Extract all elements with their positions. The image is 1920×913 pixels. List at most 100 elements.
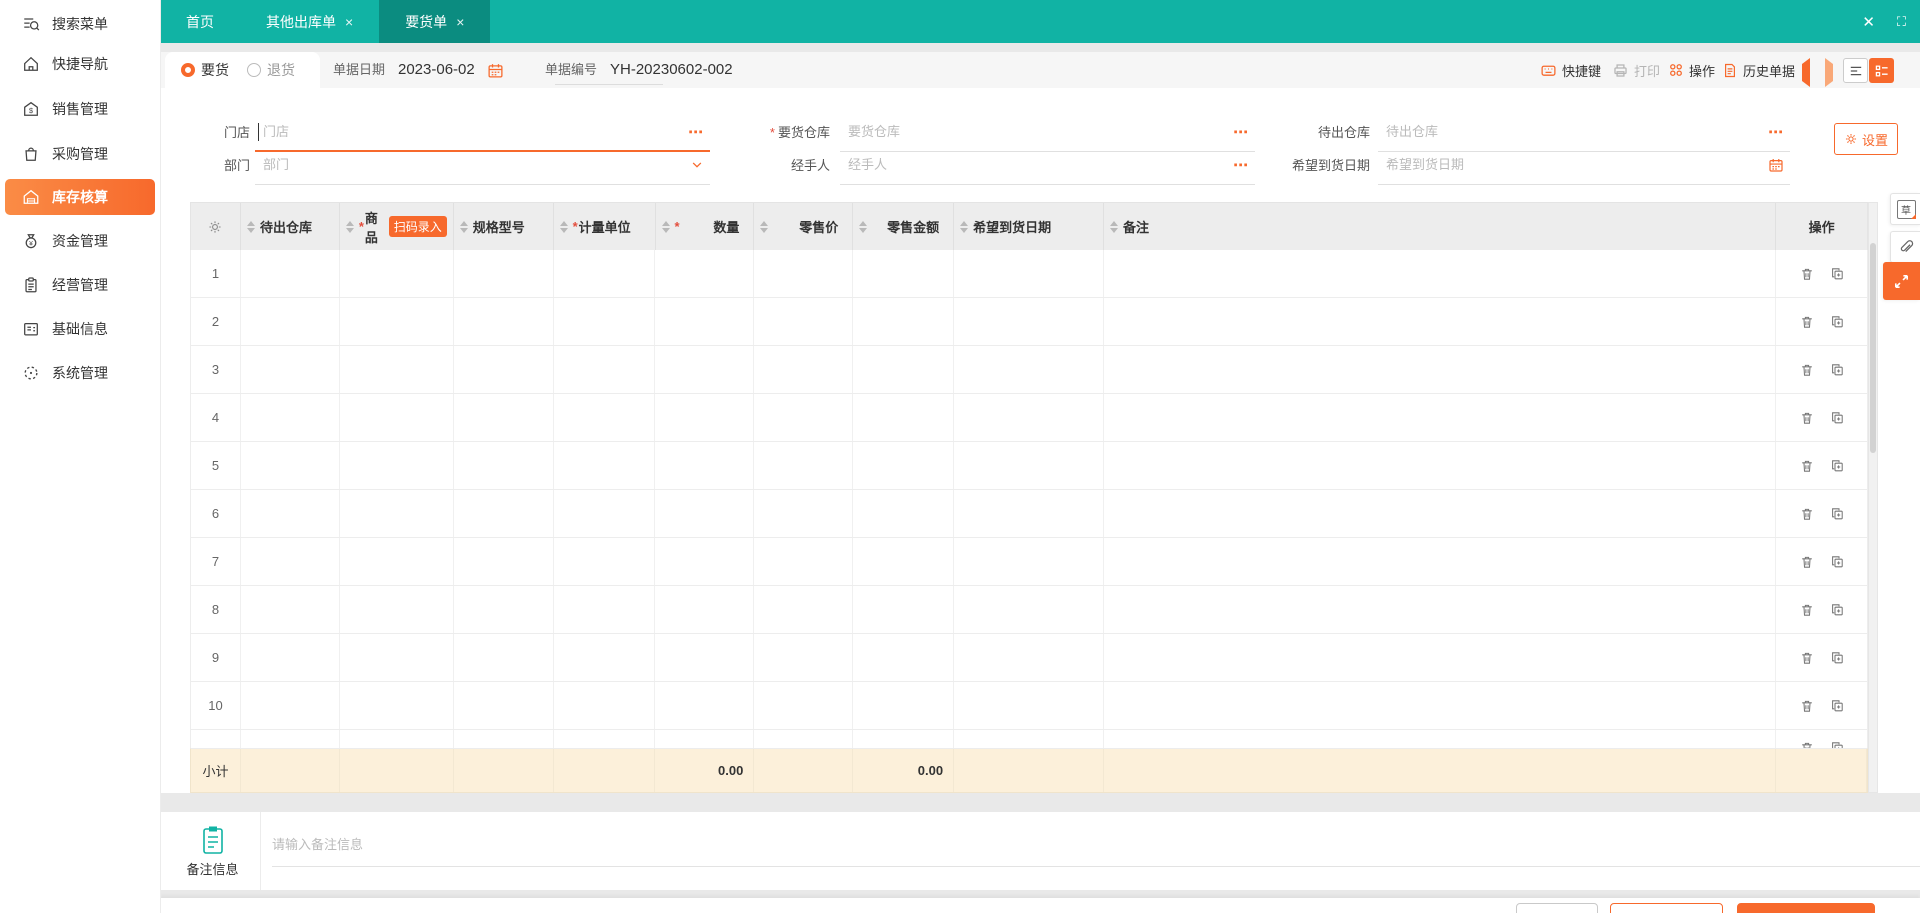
table-cell[interactable]	[554, 490, 656, 537]
bottom-outline-button[interactable]	[1610, 903, 1723, 913]
delete-row-icon[interactable]	[1799, 506, 1815, 522]
delete-row-icon[interactable]	[1799, 266, 1815, 282]
department-select[interactable]: 部门	[255, 147, 710, 185]
table-cell[interactable]	[655, 250, 755, 297]
table-cell[interactable]	[454, 298, 554, 345]
out-warehouse-ellipsis-icon[interactable]: ⋯	[1768, 114, 1784, 150]
row-actions-cell[interactable]	[1776, 586, 1867, 633]
bottom-primary-button[interactable]	[1737, 903, 1875, 913]
history-orders-button[interactable]: 历史单据	[1722, 52, 1795, 88]
delete-row-icon[interactable]	[1799, 410, 1815, 426]
table-scrollbar[interactable]	[1868, 202, 1878, 793]
draft-button[interactable]: 草	[1890, 193, 1920, 225]
column-header-数量[interactable]: * 数量	[656, 203, 755, 250]
row-actions-cell[interactable]	[1776, 298, 1867, 345]
operate-button[interactable]: 操作	[1668, 52, 1715, 88]
table-cell[interactable]	[754, 298, 854, 345]
table-cell[interactable]	[1104, 490, 1777, 537]
table-cell[interactable]	[554, 250, 656, 297]
table-cell[interactable]	[655, 490, 755, 537]
table-cell[interactable]	[340, 298, 454, 345]
row-actions-cell[interactable]	[1776, 490, 1867, 537]
table-cell[interactable]	[853, 250, 955, 297]
delete-row-icon[interactable]	[1799, 554, 1815, 570]
calendar-icon[interactable]	[487, 62, 504, 79]
table-cell[interactable]	[954, 250, 1104, 297]
table-cell[interactable]	[853, 730, 955, 748]
table-cell[interactable]	[754, 586, 854, 633]
row-actions-cell[interactable]	[1776, 346, 1867, 393]
sidebar-item-search-menu[interactable]: 搜索菜单	[0, 6, 160, 42]
table-cell[interactable]	[1104, 634, 1777, 681]
window-fullscreen-icon[interactable]: ⛶	[1897, 14, 1906, 30]
table-cell[interactable]	[954, 682, 1104, 729]
table-cell[interactable]	[754, 730, 854, 748]
table-cell[interactable]	[454, 490, 554, 537]
table-cell[interactable]	[853, 394, 955, 441]
table-cell[interactable]	[454, 250, 554, 297]
table-cell[interactable]	[1104, 442, 1777, 489]
table-cell[interactable]	[954, 538, 1104, 585]
table-cell[interactable]	[1104, 250, 1777, 297]
table-cell[interactable]	[655, 634, 755, 681]
table-cell[interactable]	[1104, 538, 1777, 585]
table-cell[interactable]	[241, 634, 340, 681]
scrollbar-thumb[interactable]	[1870, 243, 1876, 453]
copy-row-icon[interactable]	[1829, 554, 1845, 570]
sidebar-item-sales[interactable]: $ 销售管理	[0, 91, 160, 127]
table-row[interactable]: 7	[191, 538, 1867, 586]
copy-row-icon[interactable]	[1829, 602, 1845, 618]
table-cell[interactable]	[954, 490, 1104, 537]
table-cell[interactable]	[754, 250, 854, 297]
sort-icon[interactable]	[345, 220, 354, 233]
table-cell[interactable]	[954, 346, 1104, 393]
expected-date-input[interactable]: 希望到货日期	[1378, 147, 1790, 185]
window-close-icon[interactable]: ✕	[1862, 13, 1875, 31]
column-header-希望到货日期[interactable]: 希望到货日期	[954, 203, 1104, 250]
tab-close-icon[interactable]: ×	[345, 14, 353, 30]
table-cell[interactable]	[1104, 346, 1777, 393]
copy-row-icon[interactable]	[1829, 650, 1845, 666]
table-cell[interactable]	[655, 298, 755, 345]
table-cell[interactable]	[241, 442, 340, 489]
table-cell[interactable]	[853, 586, 955, 633]
table-cell[interactable]	[655, 346, 755, 393]
row-actions-cell[interactable]	[1776, 394, 1867, 441]
column-header-零售金额[interactable]: 零售金额	[853, 203, 955, 250]
sidebar-item-operations[interactable]: 经营管理	[0, 267, 160, 303]
column-header-零售价[interactable]: 零售价	[754, 203, 854, 250]
copy-row-icon[interactable]	[1829, 698, 1845, 714]
delete-row-icon[interactable]	[1799, 740, 1815, 748]
table-cell[interactable]	[340, 442, 454, 489]
table-cell[interactable]	[655, 394, 755, 441]
table-cell[interactable]	[853, 634, 955, 681]
table-cell[interactable]	[340, 490, 454, 537]
table-cell[interactable]	[340, 634, 454, 681]
sort-icon[interactable]	[661, 220, 670, 233]
table-cell[interactable]	[655, 586, 755, 633]
table-cell[interactable]	[241, 682, 340, 729]
table-cell[interactable]	[853, 442, 955, 489]
print-button[interactable]: 打印	[1612, 52, 1660, 88]
table-cell[interactable]	[241, 730, 340, 748]
table-row[interactable]: 9	[191, 634, 1867, 682]
table-cell[interactable]	[454, 682, 554, 729]
table-row[interactable]: 3	[191, 346, 1867, 394]
prev-order-button[interactable]	[1802, 58, 1810, 87]
table-cell[interactable]	[554, 394, 656, 441]
table-cell[interactable]	[954, 298, 1104, 345]
table-cell[interactable]	[954, 442, 1104, 489]
table-cell[interactable]	[241, 250, 340, 297]
table-cell[interactable]	[340, 250, 454, 297]
tab-home[interactable]: 首页	[160, 0, 240, 43]
table-cell[interactable]	[754, 346, 854, 393]
table-row[interactable]: 4	[191, 394, 1867, 442]
sort-icon[interactable]	[960, 220, 969, 233]
table-cell[interactable]	[554, 586, 656, 633]
delete-row-icon[interactable]	[1799, 458, 1815, 474]
table-cell[interactable]	[655, 442, 755, 489]
table-cell[interactable]	[554, 442, 656, 489]
table-cell[interactable]	[754, 538, 854, 585]
row-actions-cell[interactable]	[1776, 730, 1867, 748]
table-cell[interactable]	[454, 730, 554, 748]
